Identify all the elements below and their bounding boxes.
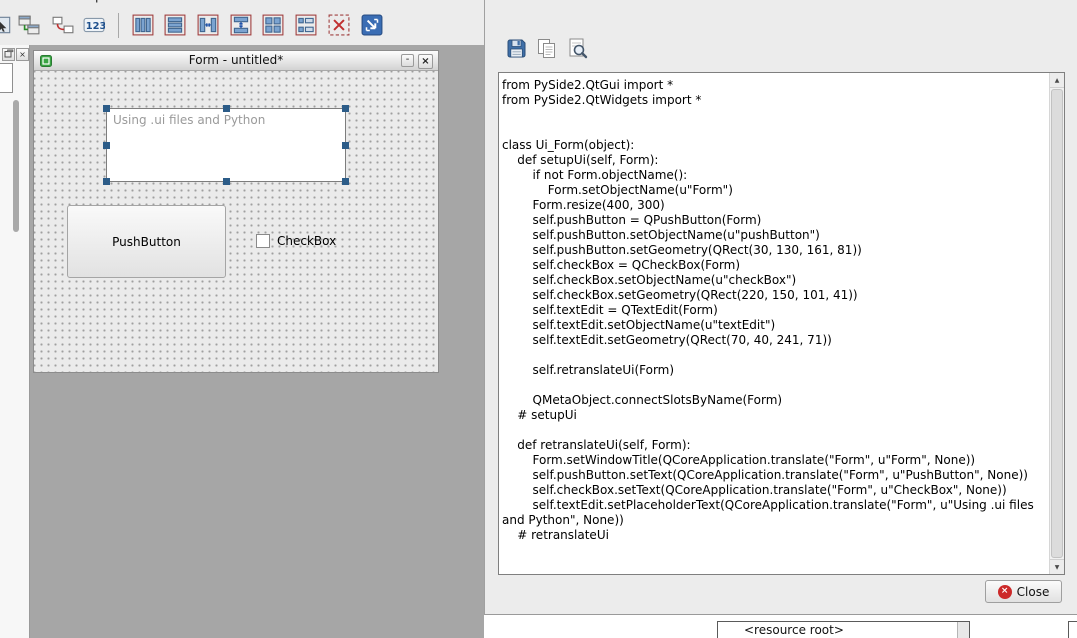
selection-handle[interactable]: [223, 178, 230, 185]
scroll-up-icon[interactable]: ▲: [1050, 73, 1064, 88]
form-window-titlebar[interactable]: Form - untitled* - ×: [34, 51, 438, 71]
dock-float-icon[interactable]: [2, 48, 15, 61]
layout-vertical-icon[interactable]: [164, 14, 186, 36]
layout-form-icon[interactable]: [295, 14, 317, 36]
find-icon[interactable]: [566, 37, 589, 60]
selection-handle[interactable]: [342, 178, 349, 185]
toolbar-separator: [118, 13, 119, 38]
widget-box-dock: ×: [0, 45, 30, 638]
menu-help[interactable]: Help: [75, 0, 102, 3]
mdi-workspace: Form - untitled* - × Using .ui files and…: [30, 45, 484, 638]
edit-tab-order-icon[interactable]: 123: [83, 14, 105, 36]
textedit-widget[interactable]: Using .ui files and Python: [106, 108, 346, 182]
checkbox-indicator[interactable]: [256, 234, 270, 248]
selection-handle[interactable]: [342, 105, 349, 112]
resource-scrollbar[interactable]: [957, 622, 969, 638]
scroll-down-icon[interactable]: ▼: [1050, 559, 1064, 574]
layout-splitter-horizontal-icon[interactable]: [197, 14, 219, 36]
code-scrollbar: ▲ ▼: [1049, 73, 1064, 574]
layout-grid-icon[interactable]: [262, 14, 284, 36]
save-icon[interactable]: [505, 37, 528, 60]
dock-close-icon[interactable]: ×: [16, 48, 29, 61]
adjust-size-icon[interactable]: [361, 14, 383, 36]
view-code-dialog: from PySide2.QtGui import * from PySide2…: [484, 0, 1077, 615]
pushbutton-label: PushButton: [112, 235, 181, 249]
selection-handle[interactable]: [103, 142, 110, 149]
break-layout-icon[interactable]: [328, 14, 350, 36]
edit-signals-slots-icon[interactable]: [18, 14, 40, 36]
resource-root-label: <resource root>: [744, 623, 844, 637]
close-button-label: Close: [1017, 585, 1050, 599]
layout-horizontal-icon[interactable]: [132, 14, 154, 36]
close-red-icon: ×: [998, 585, 1012, 599]
close-window-button[interactable]: ×: [418, 54, 433, 69]
panel-corner-fragment: [1068, 621, 1077, 638]
copy-icon[interactable]: [535, 37, 558, 60]
dock-scrollbar-thumb[interactable]: [13, 100, 19, 232]
form-editor-window: Form - untitled* - × Using .ui files and…: [33, 50, 439, 373]
svg-text:123: 123: [86, 21, 105, 32]
form-canvas[interactable]: Using .ui files and Python PushButton Ch…: [34, 71, 438, 372]
edit-buddies-icon[interactable]: [52, 14, 74, 36]
selection-handle[interactable]: [342, 142, 349, 149]
textedit-placeholder: Using .ui files and Python: [107, 109, 345, 131]
resource-browser[interactable]: <resource root>: [717, 621, 970, 638]
minimize-button[interactable]: -: [401, 54, 414, 67]
selection-handle[interactable]: [103, 178, 110, 185]
close-button[interactable]: × Close: [985, 580, 1062, 603]
edit-widgets-icon[interactable]: [0, 14, 13, 36]
code-scrollbar-thumb[interactable]: [1051, 89, 1063, 558]
pushbutton-widget[interactable]: PushButton: [67, 205, 226, 278]
selection-handle[interactable]: [223, 105, 230, 112]
layout-splitter-vertical-icon[interactable]: [230, 14, 252, 36]
qt-designer-window: Window Help 123: [0, 0, 1077, 638]
menu-window[interactable]: Window: [8, 0, 55, 3]
selection-handle[interactable]: [103, 105, 110, 112]
bottom-dock-strip: <resource root>: [484, 615, 1077, 638]
generated-code-view[interactable]: from PySide2.QtGui import * from PySide2…: [498, 72, 1065, 575]
main-toolbar: 123: [0, 6, 484, 45]
checkbox-label: CheckBox: [277, 234, 336, 248]
generated-code-text[interactable]: from PySide2.QtGui import * from PySide2…: [502, 78, 1047, 543]
checkbox-widget[interactable]: CheckBox: [256, 234, 336, 248]
widget-filter-input[interactable]: [0, 63, 13, 93]
form-window-title: Form - untitled*: [34, 53, 438, 67]
